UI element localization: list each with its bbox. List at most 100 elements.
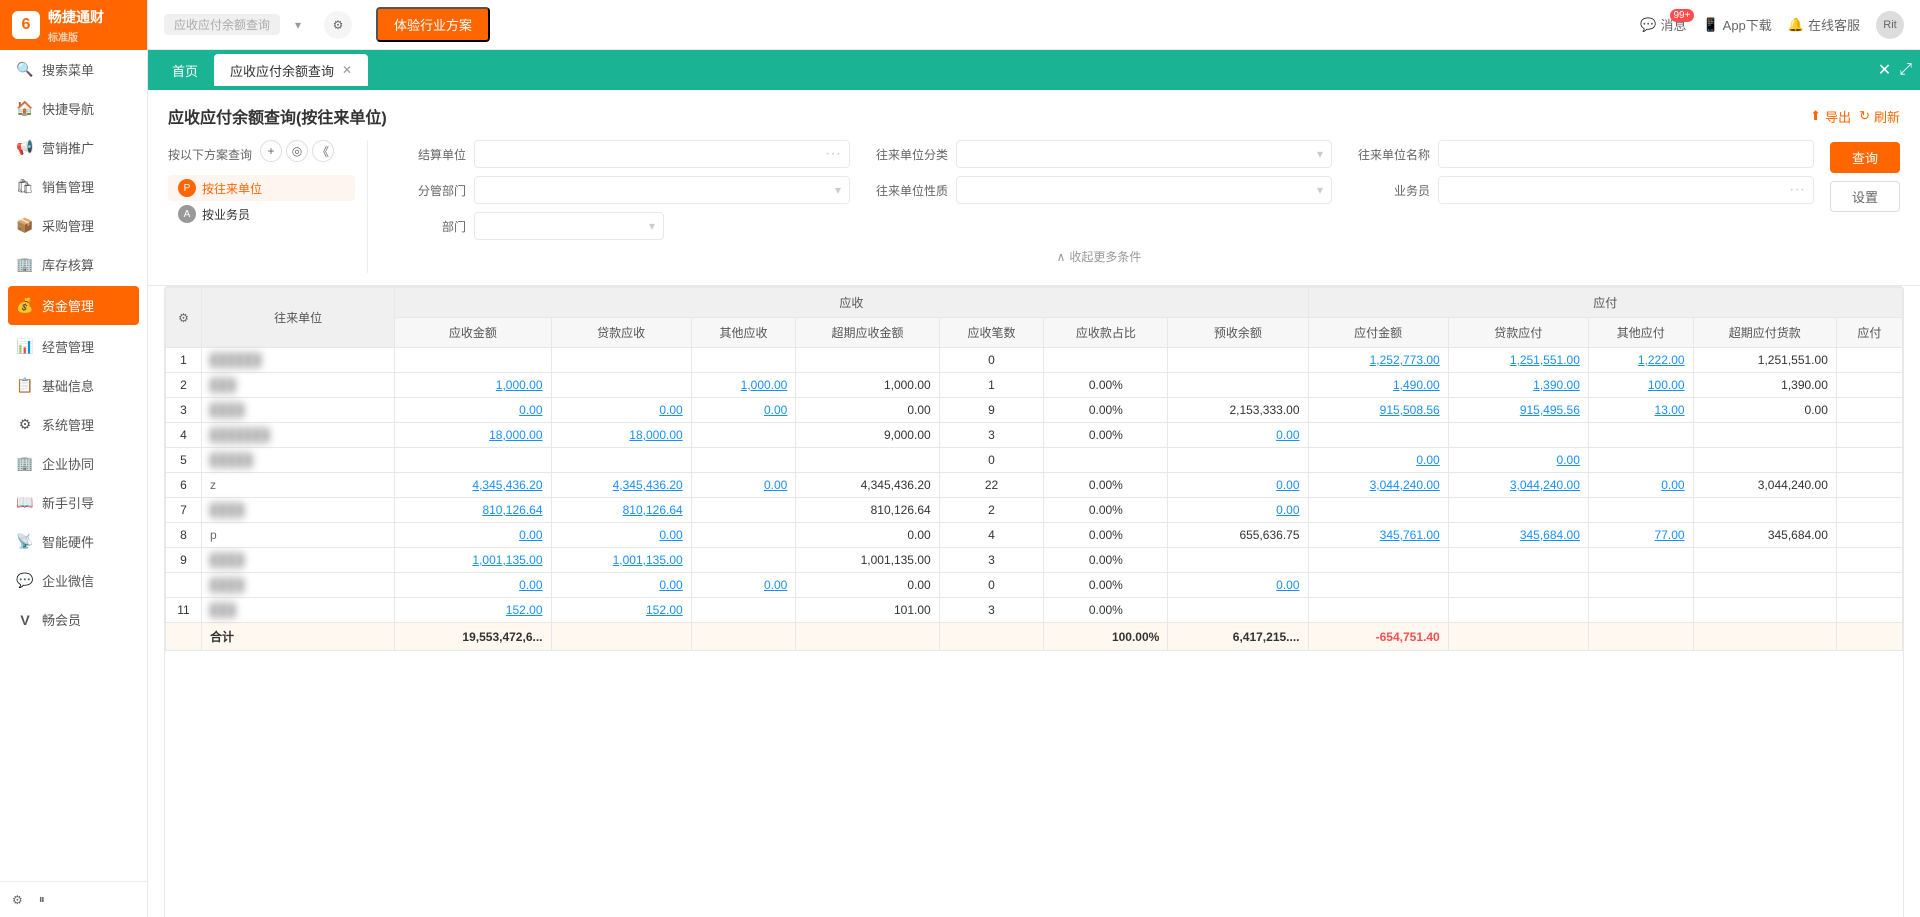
partner-category-text-input[interactable] [965,147,1313,161]
row-ar-count: 2 [939,498,1044,523]
sidebar-item-baseinfo[interactable]: 📋 基础信息 [0,366,147,405]
sidebar-item-inventory[interactable]: 🏢 库存核算 [0,245,147,284]
partner-category-input[interactable]: ▾ [956,140,1332,168]
sidebar-item-capital[interactable]: 💰 资金管理 [8,286,139,325]
sidebar-item-operations[interactable]: 📊 经营管理 [0,327,147,366]
row-ar-amount: 1,001,135.00 [395,548,551,573]
tab-close-icon[interactable]: ✕ [342,63,352,77]
topbar-user-avatar[interactable]: Rit [1876,11,1904,39]
salesman-input[interactable]: ··· [1438,176,1814,204]
sidebar-item-label: 经营管理 [42,337,94,356]
topbar-gear-button[interactable]: ⚙ [324,11,352,39]
row-ar-amount: 0.00 [395,398,551,423]
hardware-icon: 📡 [16,533,34,551]
row-overdue-ar [796,348,939,373]
dept-chevron-icon[interactable]: ▾ [835,183,841,197]
export-icon: ⬆ [1810,108,1821,124]
scheme-add-button[interactable]: + [260,140,282,162]
tabbar-maximize-button[interactable]: ⤢ [1899,61,1912,79]
row-no: 5 [166,448,202,473]
tab-arquery[interactable]: 应收应付余额查询 ✕ [214,54,368,86]
topbar-dropdown-icon[interactable]: ▾ [288,15,308,35]
settlement-text-input[interactable] [483,147,821,161]
row-ap-amount: 1,490.00 [1308,373,1448,398]
salesman-text-input[interactable] [1447,183,1785,197]
topbar-promo-button[interactable]: 体验行业方案 [376,7,490,42]
settlement-dots-icon[interactable]: ··· [825,145,841,163]
sidebar-item-wechat[interactable]: 💬 企业微信 [0,561,147,600]
topbar-service-button[interactable]: 🔔 在线客服 [1788,15,1860,34]
subdept-input[interactable]: ▾ [474,212,664,240]
row-other-ar [691,348,796,373]
logo-icon: 6 [12,11,40,39]
row-ar-ratio [1044,448,1168,473]
sidebar-item-marketing[interactable]: 📢 营销推广 [0,128,147,167]
sidebar-collapse-icon[interactable]: ⏸ [39,892,45,907]
sidebar-item-purchase[interactable]: 📦 采购管理 [0,206,147,245]
settlement-input[interactable]: ··· [474,140,850,168]
scheme-collapse-button[interactable]: 《 [312,140,334,162]
row-overdue-ar: 810,126.64 [796,498,939,523]
row-overdue-ap [1693,423,1836,448]
topbar-message-button[interactable]: 💬 消息 99+ [1640,15,1686,34]
query-button[interactable]: 查询 [1830,142,1900,173]
subdept-chevron-icon[interactable]: ▾ [649,219,655,233]
filter-field-subdept: 部门 ▾ [384,212,664,240]
collapse-more-button[interactable]: ∧ 收起更多条件 [384,240,1814,273]
partner-nature-chevron-icon[interactable]: ▾ [1317,183,1323,197]
filter-field-partner-nature: 往来单位性质 ▾ [866,176,1332,204]
row-overdue-ar: 0.00 [796,573,939,598]
filter-row-1: 结算单位 ··· 往来单位分类 ▾ [384,140,1814,168]
sidebar-item-label: 快捷导航 [42,99,94,118]
sidebar-item-hardware[interactable]: 📡 智能硬件 [0,522,147,561]
row-loan-ap [1448,498,1588,523]
row-ap-amount: 0.00 [1308,448,1448,473]
footer-overdue-ar [796,623,939,651]
footer-ap5 [1836,623,1902,651]
row-prepaid [1168,348,1308,373]
sidebar-item-quicknav[interactable]: 🏠 快捷导航 [0,89,147,128]
tab-home[interactable]: 首页 [156,54,214,86]
row-overdue-ap [1693,548,1836,573]
row-partner: █████ [202,448,395,473]
row-other-ar: 1,000.00 [691,373,796,398]
row-ar-amount: 4,345,436.20 [395,473,551,498]
scheme-option-partner[interactable]: P 按往来单位 [168,175,355,201]
refresh-button[interactable]: ↻ 刷新 [1859,107,1900,126]
sidebar-settings-icon[interactable]: ⚙ [12,893,23,907]
subdept-text-input[interactable] [483,219,645,233]
tabbar-right: ✕ ⤢ [1878,60,1912,80]
partner-name-input[interactable] [1438,140,1814,168]
sidebar-item-enterprise[interactable]: 🏢 企业协同 [0,444,147,483]
sidebar-item-search[interactable]: 🔍 搜索菜单 [0,50,147,89]
scheme-option-salesman[interactable]: A 按业务员 [168,201,355,227]
sidebar-item-guide[interactable]: 📖 新手引导 [0,483,147,522]
sidebar-item-sales[interactable]: 🛍 销售管理 [0,167,147,206]
topbar-app-button[interactable]: 📱 App下载 [1702,15,1771,34]
export-button[interactable]: ⬆ 导出 [1810,107,1851,126]
row-loan-ap [1448,548,1588,573]
row-loan-ar: 152.00 [551,598,691,623]
partner-name-text-input[interactable] [1447,147,1805,161]
service-label: 在线客服 [1808,15,1860,34]
row-ar-amount: 152.00 [395,598,551,623]
tabbar-close-button[interactable]: ✕ [1878,60,1891,80]
filter-row-3: 部门 ▾ [384,212,1814,240]
table-settings-icon[interactable]: ⚙ [178,311,189,325]
partner-nature-input[interactable]: ▾ [956,176,1332,204]
salesman-dots-icon[interactable]: ··· [1789,181,1805,199]
partner-category-chevron-icon[interactable]: ▾ [1317,147,1323,161]
row-no: 3 [166,398,202,423]
row-loan-ap: 0.00 [1448,448,1588,473]
dept-text-input[interactable] [483,183,831,197]
row-overdue-ap: 1,390.00 [1693,373,1836,398]
scheme-target-button[interactable]: ◎ [286,140,308,162]
row-prepaid: 0.00 [1168,473,1308,498]
partner-nature-text-input[interactable] [965,183,1313,197]
setting-button[interactable]: 设置 [1830,181,1900,212]
row-no [166,573,202,598]
dept-input[interactable]: ▾ [474,176,850,204]
sidebar-item-member[interactable]: V 畅会员 [0,600,147,639]
row-ap-amount [1308,598,1448,623]
sidebar-item-system[interactable]: ⚙ 系统管理 [0,405,147,444]
